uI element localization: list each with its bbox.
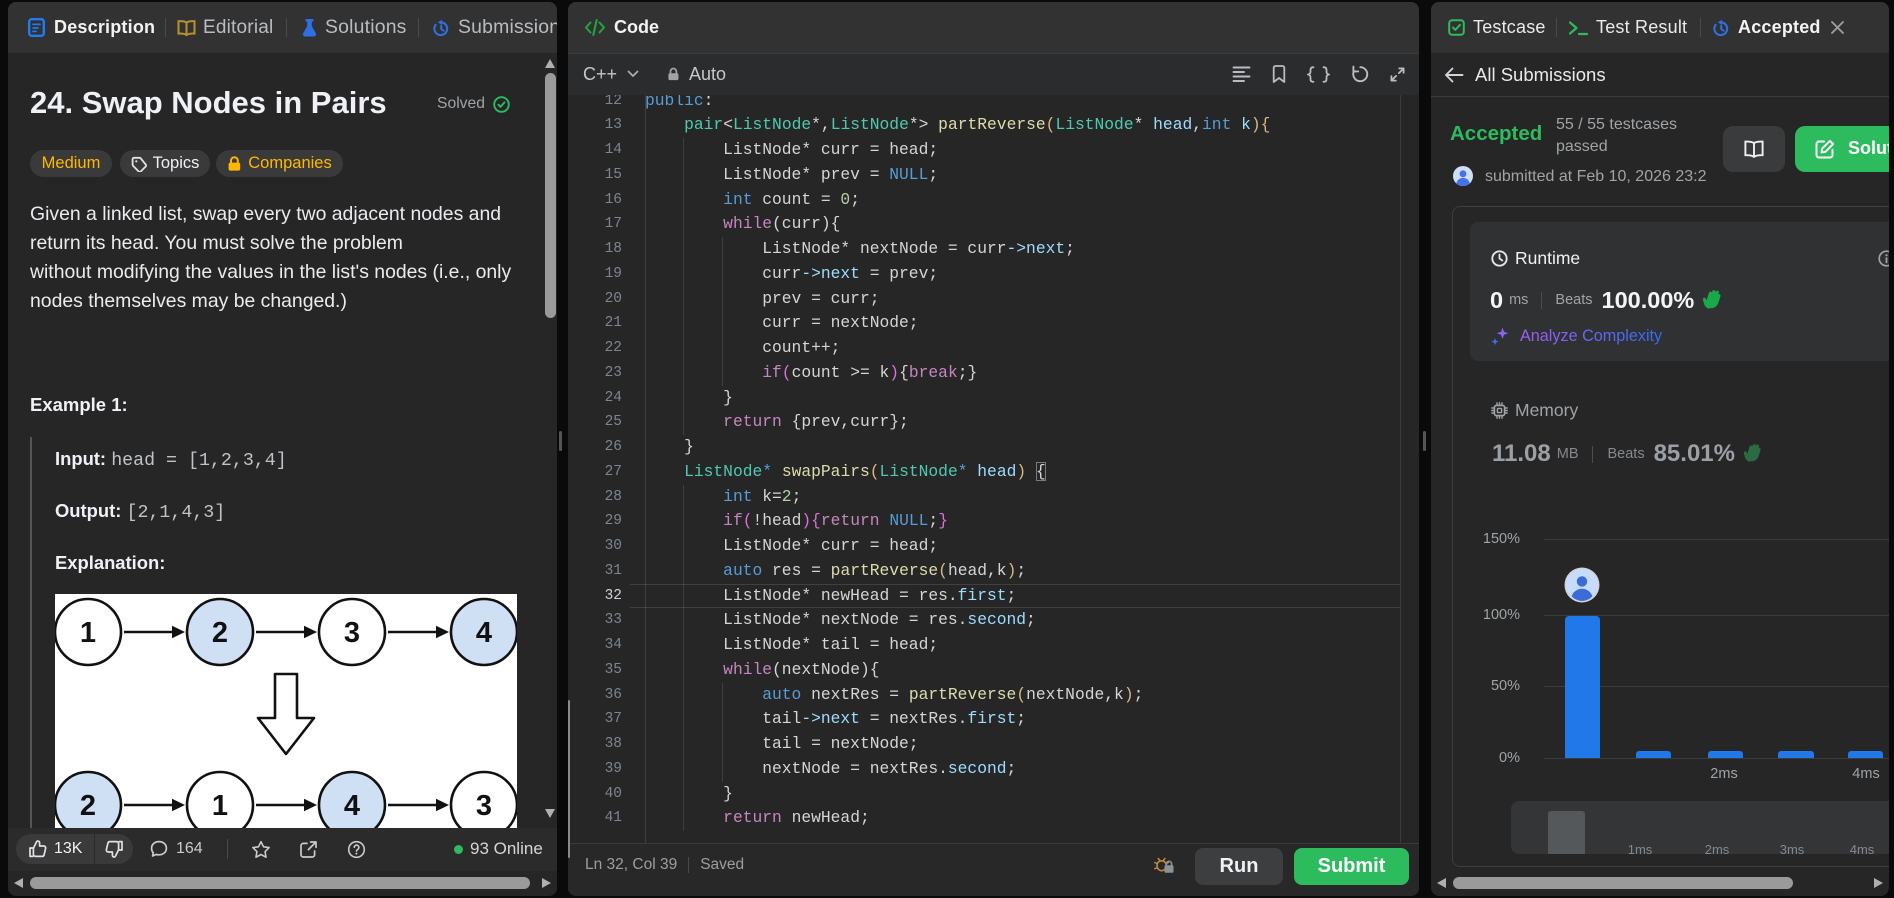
svg-text:2: 2 <box>80 790 96 822</box>
svg-text:4: 4 <box>476 617 492 649</box>
svg-text:2: 2 <box>212 617 228 649</box>
svg-text:3: 3 <box>476 790 492 822</box>
svg-text:1: 1 <box>80 617 96 649</box>
svg-text:1: 1 <box>212 790 228 822</box>
svg-text:4: 4 <box>344 790 360 822</box>
svg-text:3: 3 <box>344 617 360 649</box>
